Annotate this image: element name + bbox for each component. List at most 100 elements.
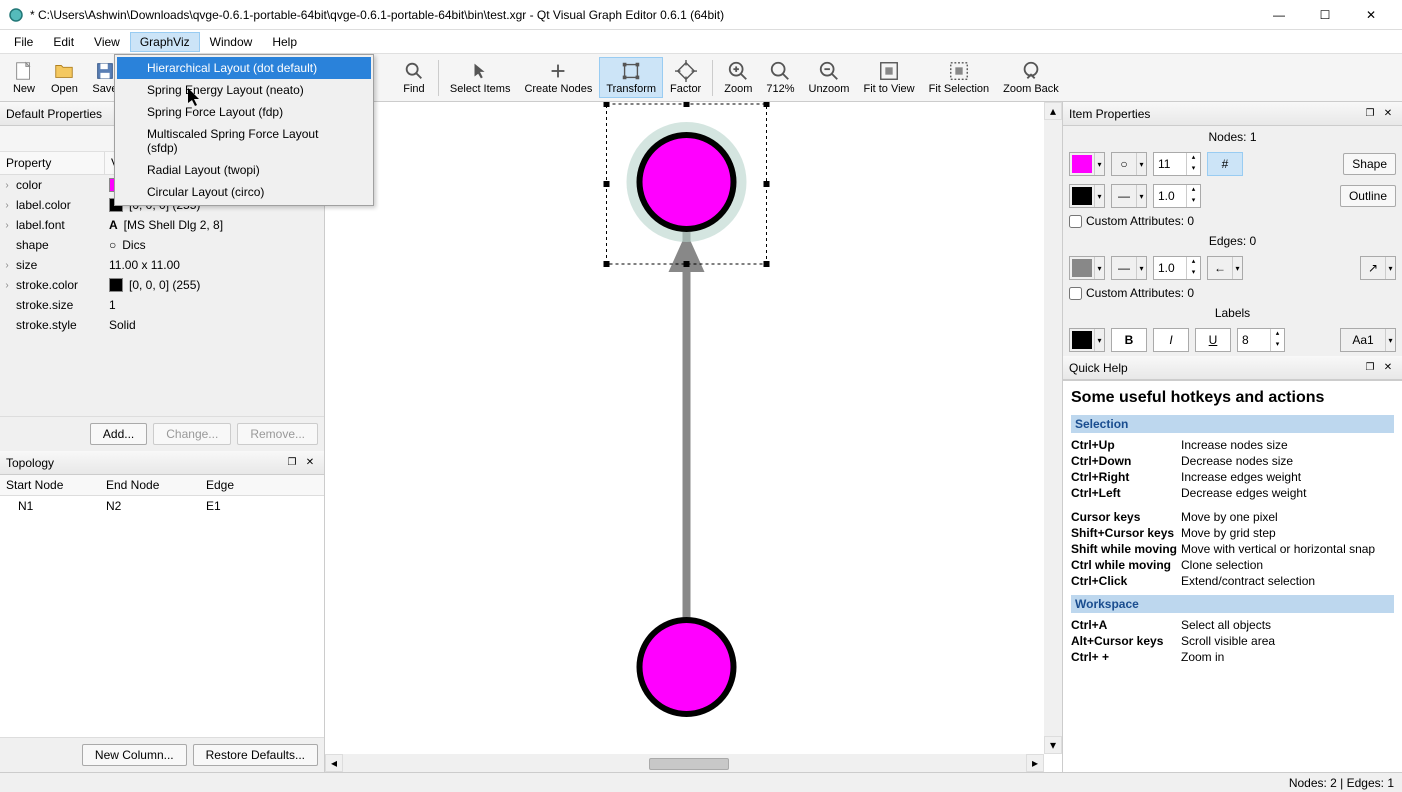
- quickhelp-close-icon[interactable]: ✕: [1380, 360, 1396, 376]
- tb-fit-selection[interactable]: Fit Selection: [922, 57, 997, 98]
- stroke-style[interactable]: —▾: [1111, 184, 1147, 208]
- quickhelp-row: Shift while movingMove with vertical or …: [1071, 541, 1394, 557]
- prop-row[interactable]: ›stroke.color[0, 0, 0] (255): [0, 275, 324, 295]
- tb-fit-view[interactable]: Fit to View: [856, 57, 921, 98]
- prop-row[interactable]: ›size11.00 x 11.00: [0, 255, 324, 275]
- edge-arrow-start[interactable]: ←▾: [1207, 256, 1243, 280]
- minimize-button[interactable]: —: [1256, 0, 1302, 30]
- prop-rows: ›color[255, 0, 255] (255)›label.color[0,…: [0, 175, 324, 416]
- prop-row[interactable]: ›label.fontA[MS Shell Dlg 2, 8]: [0, 215, 324, 235]
- change-prop-button[interactable]: Change...: [153, 423, 231, 445]
- underline-button[interactable]: U: [1195, 328, 1231, 352]
- close-button[interactable]: ✕: [1348, 0, 1394, 30]
- menu-window[interactable]: Window: [200, 32, 263, 52]
- tb-transform[interactable]: Transform: [599, 57, 663, 98]
- topology-float-icon[interactable]: ❐: [284, 455, 300, 471]
- label-color[interactable]: ▾: [1069, 328, 1105, 352]
- bold-button[interactable]: B: [1111, 328, 1147, 352]
- graph-svg: [325, 102, 1062, 772]
- quickhelp-row: Cursor keysMove by one pixel: [1071, 509, 1394, 525]
- quickhelp-row: Ctrl while movingClone selection: [1071, 557, 1394, 573]
- tb-factor[interactable]: Factor: [663, 57, 708, 98]
- tb-new[interactable]: New: [4, 57, 44, 98]
- shape-button[interactable]: Shape: [1343, 153, 1396, 175]
- tb-unzoom[interactable]: Unzoom: [802, 57, 857, 98]
- quickhelp-body[interactable]: Some useful hotkeys and actions Selectio…: [1063, 380, 1402, 772]
- edge-color[interactable]: ▾: [1069, 256, 1105, 280]
- dd-spring-force[interactable]: Spring Force Layout (fdp): [117, 101, 371, 123]
- dd-radial[interactable]: Radial Layout (twopi): [117, 159, 371, 181]
- add-prop-button[interactable]: Add...: [90, 423, 147, 445]
- quickhelp-row: Ctrl+ +Zoom in: [1071, 649, 1394, 665]
- topology-rows: N1N2E1: [0, 496, 324, 737]
- dd-circular[interactable]: Circular Layout (circo): [117, 181, 371, 203]
- quickhelp-row: Alt+Cursor keysScroll visible area: [1071, 633, 1394, 649]
- menu-graphviz[interactable]: GraphViz: [130, 32, 200, 52]
- topology-close-icon[interactable]: ✕: [302, 455, 318, 471]
- remove-prop-button[interactable]: Remove...: [237, 423, 318, 445]
- stroke-color[interactable]: ▾: [1069, 184, 1105, 208]
- window-title: * C:\Users\Ashwin\Downloads\qvge-0.6.1-p…: [30, 8, 1256, 22]
- restore-defaults-button[interactable]: Restore Defaults...: [193, 744, 318, 766]
- itemprops-float-icon[interactable]: ❐: [1362, 106, 1378, 122]
- quickhelp-float-icon[interactable]: ❐: [1362, 360, 1378, 376]
- font-family[interactable]: Aa1▾: [1340, 328, 1396, 352]
- edge-custom-attrs-check[interactable]: [1069, 287, 1082, 300]
- menu-help[interactable]: Help: [262, 32, 307, 52]
- quickhelp-header: Quick Help ❐ ✕: [1063, 356, 1402, 380]
- itemprops-header: Item Properties ❐ ✕: [1063, 102, 1402, 126]
- tb-zoom[interactable]: Zoom: [717, 57, 759, 98]
- title-bar: * C:\Users\Ashwin\Downloads\qvge-0.6.1-p…: [0, 0, 1402, 30]
- prop-row[interactable]: shape○Dics: [0, 235, 324, 255]
- canvas-scrollbar-h[interactable]: ◂ ▸: [325, 754, 1044, 772]
- outline-button[interactable]: Outline: [1340, 185, 1396, 207]
- dd-spring-energy[interactable]: Spring Energy Layout (neato): [117, 79, 371, 101]
- topology-header: Topology ❐ ✕: [0, 451, 324, 475]
- quickhelp-row: Ctrl+DownDecrease nodes size: [1071, 453, 1394, 469]
- prop-row[interactable]: stroke.size1: [0, 295, 324, 315]
- node-size-spin[interactable]: ▴▾: [1153, 152, 1201, 176]
- topology-columns: Start Node End Node Edge: [0, 475, 324, 496]
- menu-view[interactable]: View: [84, 32, 130, 52]
- labels-section: Labels: [1063, 302, 1402, 324]
- status-bar: Nodes: 2 | Edges: 1: [0, 772, 1402, 792]
- menu-edit[interactable]: Edit: [43, 32, 84, 52]
- edge-style[interactable]: —▾: [1111, 256, 1147, 280]
- menu-file[interactable]: File: [4, 32, 43, 52]
- prop-row[interactable]: stroke.styleSolid: [0, 315, 324, 335]
- app-icon: [8, 7, 24, 23]
- tb-find[interactable]: Find: [394, 57, 434, 98]
- right-panel: Item Properties ❐ ✕ Nodes: 1 ▾ ○▾ ▴▾ # S…: [1062, 102, 1402, 772]
- tb-create-nodes[interactable]: Create Nodes: [517, 57, 599, 98]
- node-fill-color[interactable]: ▾: [1069, 152, 1105, 176]
- edges-section: Edges: 0: [1063, 230, 1402, 252]
- stroke-width-spin[interactable]: ▴▾: [1153, 184, 1201, 208]
- node-shape-icon[interactable]: ○▾: [1111, 152, 1147, 176]
- hash-toggle[interactable]: #: [1207, 152, 1243, 176]
- tb-zoom-back[interactable]: Zoom Back: [996, 57, 1066, 98]
- topology-row[interactable]: N1N2E1: [0, 496, 324, 516]
- quickhelp-row: Ctrl+RightIncrease edges weight: [1071, 469, 1394, 485]
- quickhelp-row: Ctrl+ClickExtend/contract selection: [1071, 573, 1394, 589]
- dd-multiscaled[interactable]: Multiscaled Spring Force Layout (sfdp): [117, 123, 371, 159]
- graphviz-dropdown: Hierarchical Layout (dot default) Spring…: [114, 54, 374, 206]
- italic-button[interactable]: I: [1153, 328, 1189, 352]
- quickhelp-row: Shift+Cursor keysMove by grid step: [1071, 525, 1394, 541]
- tb-open[interactable]: Open: [44, 57, 85, 98]
- quickhelp-row: Ctrl+ASelect all objects: [1071, 617, 1394, 633]
- tb-select-items[interactable]: Select Items: [443, 57, 518, 98]
- nodes-section: Nodes: 1: [1063, 126, 1402, 148]
- dd-hierarchical[interactable]: Hierarchical Layout (dot default): [117, 57, 371, 79]
- node-custom-attrs-check[interactable]: [1069, 215, 1082, 228]
- tb-zoom-pct[interactable]: 712%: [759, 57, 801, 98]
- canvas-scrollbar-v[interactable]: ▴ ▾: [1044, 102, 1062, 754]
- quickhelp-row: Ctrl+UpIncrease nodes size: [1071, 437, 1394, 453]
- new-column-button[interactable]: New Column...: [82, 744, 187, 766]
- itemprops-close-icon[interactable]: ✕: [1380, 106, 1396, 122]
- maximize-button[interactable]: ☐: [1302, 0, 1348, 30]
- quickhelp-row: Ctrl+LeftDecrease edges weight: [1071, 485, 1394, 501]
- font-size-spin[interactable]: ▴▾: [1237, 328, 1285, 352]
- graph-canvas[interactable]: ▴ ▾ ◂ ▸: [325, 102, 1062, 772]
- edge-width-spin[interactable]: ▴▾: [1153, 256, 1201, 280]
- edge-arrow-end[interactable]: ↗▾: [1360, 256, 1396, 280]
